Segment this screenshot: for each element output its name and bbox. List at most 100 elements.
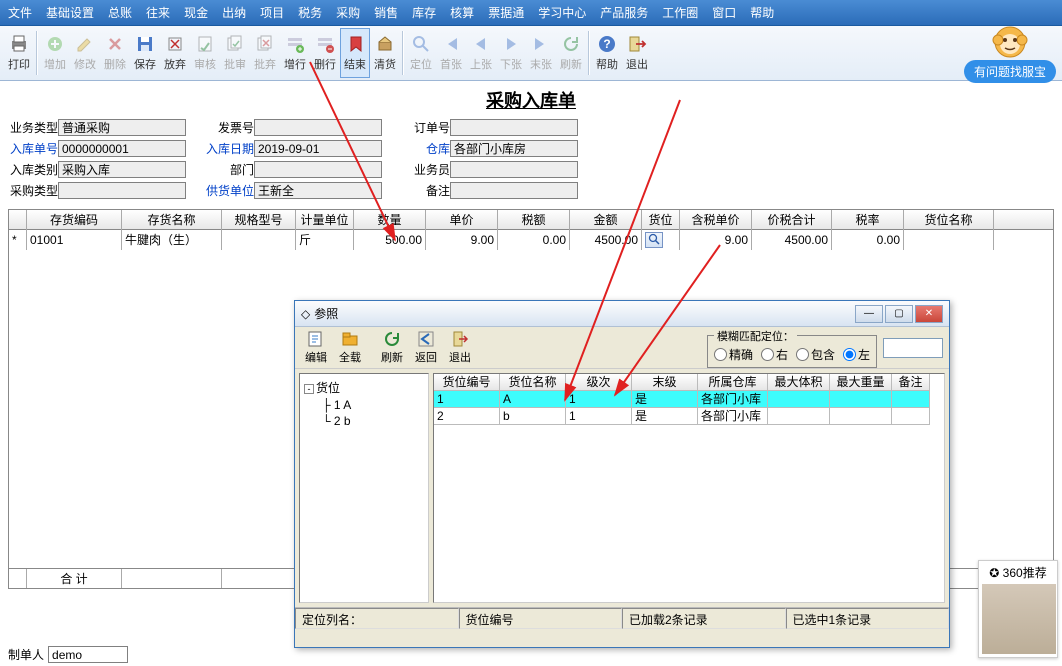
menu-accounting[interactable]: 核算 <box>450 4 474 21</box>
input-remark[interactable] <box>450 182 578 199</box>
toolbar-delrow-button[interactable]: 删行 <box>310 28 340 78</box>
ad-360[interactable]: ✪ 360推荐 <box>978 560 1058 658</box>
location-tree[interactable]: -货位 ├ 1 A └ 2 b <box>299 373 429 603</box>
input-invoice[interactable] <box>254 119 382 136</box>
dlg-exit-button[interactable]: 退出 <box>445 330 475 365</box>
toolbar-finish-button[interactable]: 结束 <box>340 28 370 78</box>
toolbar-exit-button[interactable]: 退出 <box>622 28 652 78</box>
dcol-maxv[interactable]: 最大体积 <box>768 374 830 391</box>
tree-node-b[interactable]: └ 2 b <box>304 413 424 429</box>
menu-cashier[interactable]: 出纳 <box>222 4 246 21</box>
menu-sales[interactable]: 销售 <box>374 4 398 21</box>
menu-window[interactable]: 窗口 <box>712 4 736 21</box>
input-dept[interactable] <box>254 161 382 178</box>
input-in-date[interactable] <box>254 140 382 157</box>
cell-loc[interactable] <box>642 230 680 250</box>
input-warehouse[interactable] <box>450 140 578 157</box>
dcol-name[interactable]: 货位名称 <box>500 374 566 391</box>
toolbar-abandon-button[interactable]: 放弃 <box>160 28 190 78</box>
col-tax[interactable]: 税额 <box>498 210 570 230</box>
menu-product[interactable]: 产品服务 <box>600 4 648 21</box>
assistant-badge[interactable]: 有问题找服宝 <box>964 60 1056 83</box>
input-buy-type[interactable] <box>58 182 186 199</box>
cell-tax[interactable]: 0.00 <box>498 230 570 250</box>
input-supplier[interactable] <box>254 182 382 199</box>
input-order[interactable] <box>450 119 578 136</box>
grid-row[interactable]: * 01001 牛腱肉（生） 斤 500.00 9.00 0.00 4500.0… <box>9 230 1053 250</box>
tree-node-a[interactable]: ├ 1 A <box>304 397 424 413</box>
tree-root[interactable]: -货位 <box>304 378 424 397</box>
match-left[interactable]: 左 <box>843 346 870 363</box>
close-button[interactable]: ✕ <box>915 305 943 323</box>
col-rate[interactable]: 税率 <box>832 210 904 230</box>
dlg-loadall-button[interactable]: 全载 <box>335 330 365 365</box>
match-right[interactable]: 右 <box>761 346 788 363</box>
assistant-mascot[interactable]: 有问题找服宝 <box>964 20 1056 83</box>
cell-code[interactable]: 01001 <box>27 230 122 250</box>
dialog-titlebar[interactable]: ◇ 参照 — ▢ ✕ <box>295 301 949 327</box>
menu-ar[interactable]: 往来 <box>146 4 170 21</box>
menu-learn[interactable]: 学习中心 <box>538 4 586 21</box>
toolbar-addrow-button[interactable]: 增行 <box>280 28 310 78</box>
input-maker[interactable] <box>48 646 128 663</box>
col-taxprice[interactable]: 含税单价 <box>680 210 752 230</box>
dcol-note[interactable]: 备注 <box>892 374 930 391</box>
cell-total[interactable]: 4500.00 <box>752 230 832 250</box>
menu-basic[interactable]: 基础设置 <box>46 4 94 21</box>
col-amount[interactable]: 金额 <box>570 210 642 230</box>
col-name[interactable]: 存货名称 <box>122 210 222 230</box>
match-contains[interactable]: 包含 <box>796 346 835 363</box>
input-in-cat[interactable] <box>58 161 186 178</box>
dcol-leaf[interactable]: 末级 <box>632 374 698 391</box>
cell-qty[interactable]: 500.00 <box>354 230 426 250</box>
dcol-maxw[interactable]: 最大重量 <box>830 374 892 391</box>
menu-help[interactable]: 帮助 <box>750 4 774 21</box>
menu-purchase[interactable]: 采购 <box>336 4 360 21</box>
menu-gl[interactable]: 总账 <box>108 4 132 21</box>
match-exact[interactable]: 精确 <box>714 346 753 363</box>
dcol-level[interactable]: 级次 <box>566 374 632 391</box>
col-qty[interactable]: 数量 <box>354 210 426 230</box>
dialog-row-1[interactable]: 1 A 1 是 各部门小库 <box>434 391 944 408</box>
col-total[interactable]: 价税合计 <box>752 210 832 230</box>
dialog-search-input[interactable] <box>883 338 943 358</box>
dlg-edit-button[interactable]: 编辑 <box>301 330 331 365</box>
menu-file[interactable]: 文件 <box>8 4 32 21</box>
col-locname[interactable]: 货位名称 <box>904 210 994 230</box>
cell-rate[interactable]: 0.00 <box>832 230 904 250</box>
col-loc[interactable]: 货位 <box>642 210 680 230</box>
col-code[interactable]: 存货编码 <box>27 210 122 230</box>
col-unit[interactable]: 计量单位 <box>296 210 354 230</box>
cell-unit[interactable]: 斤 <box>296 230 354 250</box>
cell-spec[interactable] <box>222 230 296 250</box>
cell-taxprice[interactable]: 9.00 <box>680 230 752 250</box>
menu-workspace[interactable]: 工作圈 <box>662 4 698 21</box>
menu-project[interactable]: 项目 <box>260 4 284 21</box>
toolbar-help-button[interactable]: ?帮助 <box>592 28 622 78</box>
dlg-refresh-button[interactable]: 刷新 <box>377 330 407 365</box>
maximize-button[interactable]: ▢ <box>885 305 913 323</box>
minimize-button[interactable]: — <box>855 305 883 323</box>
lookup-location-button[interactable] <box>645 232 663 248</box>
menu-cash[interactable]: 现金 <box>184 4 208 21</box>
col-spec[interactable]: 规格型号 <box>222 210 296 230</box>
toolbar-save-button[interactable]: 保存 <box>130 28 160 78</box>
dcol-wh[interactable]: 所属仓库 <box>698 374 768 391</box>
input-biz-type[interactable] <box>58 119 186 136</box>
cell-name[interactable]: 牛腱肉（生） <box>122 230 222 250</box>
collapse-icon[interactable]: - <box>304 384 314 394</box>
toolbar-print-button[interactable]: 打印 <box>4 28 34 78</box>
menu-tax[interactable]: 税务 <box>298 4 322 21</box>
dcol-code[interactable]: 货位编号 <box>434 374 500 391</box>
dlg-return-button[interactable]: 返回 <box>411 330 441 365</box>
input-clerk[interactable] <box>450 161 578 178</box>
col-price[interactable]: 单价 <box>426 210 498 230</box>
cell-locname[interactable] <box>904 230 994 250</box>
menu-inventory[interactable]: 库存 <box>412 4 436 21</box>
cell-price[interactable]: 9.00 <box>426 230 498 250</box>
input-in-no[interactable] <box>58 140 186 157</box>
cell-amount[interactable]: 4500.00 <box>570 230 642 250</box>
toolbar-clear-button[interactable]: 清货 <box>370 28 400 78</box>
dialog-row-2[interactable]: 2 b 1 是 各部门小库 <box>434 408 944 425</box>
menu-invoice[interactable]: 票据通 <box>488 4 524 21</box>
